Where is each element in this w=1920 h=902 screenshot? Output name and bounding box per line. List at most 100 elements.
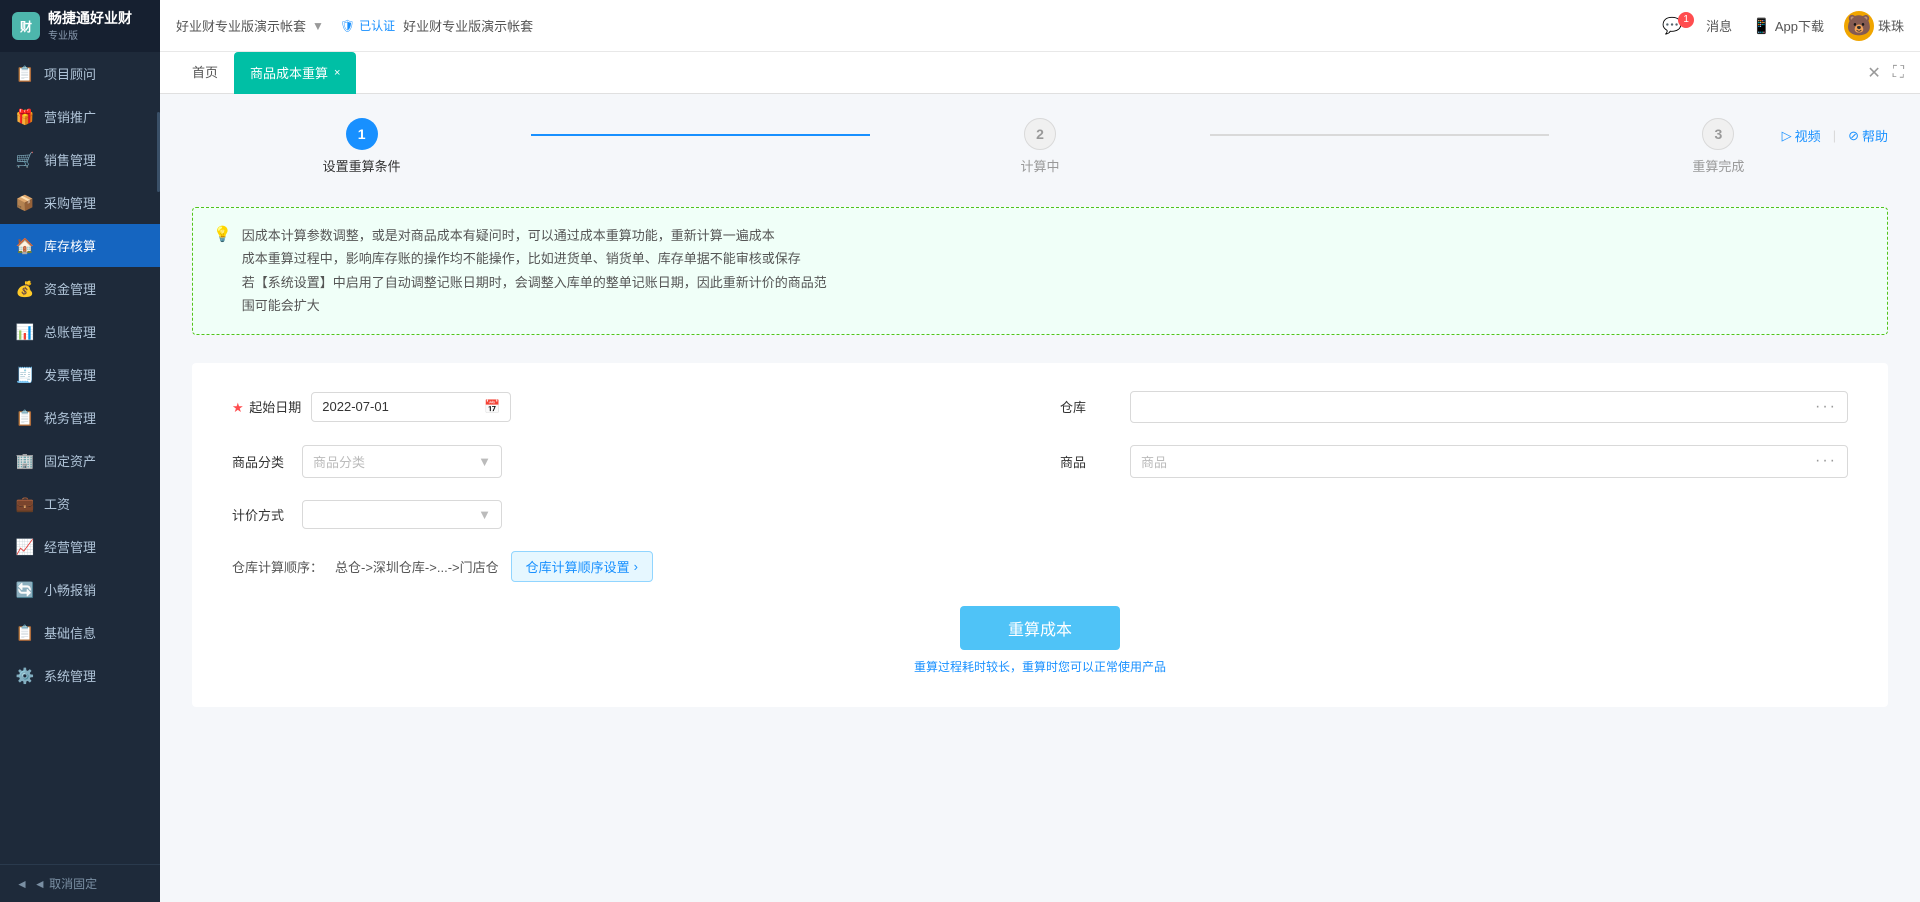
step-line-2 bbox=[1210, 134, 1549, 136]
product-label: 商品 bbox=[1060, 452, 1120, 471]
field-start-date: ★ 起始日期 2022-07-01 📅 bbox=[232, 392, 1020, 422]
sidebar-item-finance[interactable]: 💰 资金管理 bbox=[0, 267, 160, 310]
sidebar-item-ops[interactable]: 📈 经营管理 bbox=[0, 525, 160, 568]
help-icon: ⊘ bbox=[1848, 128, 1859, 144]
pricing-label: 计价方式 bbox=[232, 505, 292, 524]
phone-icon: 📱 bbox=[1752, 17, 1771, 35]
sidebar-item-tax[interactable]: 📋 税务管理 bbox=[0, 396, 160, 439]
warning-icon: 💡 bbox=[213, 225, 232, 318]
warehouse-input[interactable]: ··· bbox=[1130, 391, 1848, 423]
payroll-icon: 💼 bbox=[16, 495, 34, 513]
warehouse-order-value: 总仓->深圳仓库->...->门店仓 bbox=[335, 557, 499, 576]
warehouse-order-label: 仓库计算顺序： bbox=[232, 557, 323, 576]
recalc-cost-button[interactable]: 重算成本 bbox=[960, 606, 1120, 650]
start-date-label: ★ 起始日期 bbox=[232, 397, 301, 416]
notification-badge: 1 bbox=[1678, 12, 1694, 28]
sidebar-item-purchase[interactable]: 📦 采购管理 bbox=[0, 181, 160, 224]
sidebar-item-inventory[interactable]: 🏠 库存核算 bbox=[0, 224, 160, 267]
required-star: ★ bbox=[232, 400, 244, 415]
sales-icon: 🛒 bbox=[16, 151, 34, 169]
shield-icon: 🛡 bbox=[340, 19, 355, 33]
step-1-circle: 1 bbox=[346, 118, 378, 150]
form-row-2: 商品分类 商品分类 ▼ 商品 商品 ··· bbox=[232, 445, 1848, 478]
project-icon: 📋 bbox=[16, 65, 34, 83]
finance-icon: 💰 bbox=[16, 280, 34, 298]
main-area: 好业财专业版演示帐套 ▼ 🛡 已认证 好业财专业版演示帐套 💬 1 消息 📱 A… bbox=[160, 0, 1920, 902]
expand-icon[interactable]: ⛶ bbox=[1893, 64, 1904, 82]
category-chevron-icon: ▼ bbox=[478, 454, 491, 469]
help-link[interactable]: ⊘ 帮助 bbox=[1848, 126, 1888, 145]
assets-icon: 🏢 bbox=[16, 452, 34, 470]
tax-icon: 📋 bbox=[16, 409, 34, 427]
sidebar-item-expense[interactable]: 🔄 小畅报销 bbox=[0, 568, 160, 611]
close-window-icon[interactable]: ✕ bbox=[1867, 63, 1880, 83]
form-row-3: 计价方式 ▼ bbox=[232, 500, 532, 529]
verified-badge: 🛡 已认证 bbox=[340, 17, 395, 34]
sidebar-nav: 📋 项目顾问 🎁 营销推广 🛒 销售管理 📦 采购管理 🏠 库存核算 💰 资金管… bbox=[0, 52, 160, 864]
sidebar: 财 畅捷通好业财 专业版 📋 项目顾问 🎁 营销推广 🛒 销售管理 📦 采购管理… bbox=[0, 0, 160, 902]
inventory-icon: 🏠 bbox=[16, 237, 34, 255]
field-product: 商品 商品 ··· bbox=[1060, 445, 1848, 478]
tab-cost-recalc[interactable]: 商品成本重算 × bbox=[234, 52, 356, 94]
base-icon: 📋 bbox=[16, 624, 34, 642]
tabs-bar: 首页 商品成本重算 × ✕ ⛶ bbox=[160, 52, 1920, 94]
invoice-icon: 🧾 bbox=[16, 366, 34, 384]
app-download-button[interactable]: 📱 App下载 bbox=[1752, 16, 1824, 35]
content-area: 1 设置重算条件 2 计算中 3 重算完成 ▷ 视 bbox=[160, 94, 1920, 902]
play-icon: ▷ bbox=[1782, 128, 1792, 144]
sidebar-item-marketing[interactable]: 🎁 营销推广 bbox=[0, 95, 160, 138]
step-3-circle: 3 bbox=[1702, 118, 1734, 150]
category-label: 商品分类 bbox=[232, 452, 292, 471]
product-dots-icon[interactable]: ··· bbox=[1815, 452, 1837, 470]
steps-actions: ▷ 视频 | ⊘ 帮助 bbox=[1782, 126, 1888, 145]
step-2-circle: 2 bbox=[1024, 118, 1056, 150]
tab-close-icon[interactable]: × bbox=[334, 67, 340, 79]
account-selector[interactable]: 好业财专业版演示帐套 ▼ bbox=[176, 16, 324, 35]
sidebar-item-sales[interactable]: 🛒 销售管理 bbox=[0, 138, 160, 181]
topbar-right: 💬 1 消息 📱 App下载 🐻 珠珠 bbox=[1662, 11, 1904, 41]
unpin-label: ◄ 取消固定 bbox=[34, 875, 97, 892]
start-date-input[interactable]: 2022-07-01 📅 bbox=[311, 392, 511, 422]
sidebar-item-system[interactable]: ⚙️ 系统管理 bbox=[0, 654, 160, 697]
sidebar-footer-unpin[interactable]: ◄ ◄ 取消固定 bbox=[0, 864, 160, 902]
user-profile[interactable]: 🐻 珠珠 bbox=[1844, 11, 1904, 41]
sidebar-header: 财 畅捷通好业财 专业版 bbox=[0, 0, 160, 52]
topbar: 好业财专业版演示帐套 ▼ 🛡 已认证 好业财专业版演示帐套 💬 1 消息 📱 A… bbox=[160, 0, 1920, 52]
avatar: 🐻 bbox=[1844, 11, 1874, 41]
recalc-hint: 重算过程耗时较长，重算时您可以正常使用产品 bbox=[232, 658, 1848, 675]
warehouse-order-row: 仓库计算顺序： 总仓->深圳仓库->...->门店仓 仓库计算顺序设置 › bbox=[232, 551, 1848, 582]
step-1: 1 设置重算条件 bbox=[192, 118, 531, 175]
field-pricing: 计价方式 ▼ bbox=[232, 500, 532, 529]
expense-icon: 🔄 bbox=[16, 581, 34, 599]
step-line-1 bbox=[531, 134, 870, 136]
sidebar-item-project[interactable]: 📋 项目顾问 bbox=[0, 52, 160, 95]
user-name: 珠珠 bbox=[1878, 16, 1904, 35]
chevron-right-icon: › bbox=[634, 559, 638, 574]
step-3-label: 重算完成 bbox=[1692, 156, 1744, 175]
sidebar-item-accounting[interactable]: 📊 总账管理 bbox=[0, 310, 160, 353]
warehouse-dots-icon[interactable]: ··· bbox=[1815, 398, 1837, 416]
verified-text: 已认证 bbox=[359, 17, 395, 34]
video-link[interactable]: ▷ 视频 bbox=[1782, 126, 1821, 145]
field-warehouse: 仓库 ··· bbox=[1060, 391, 1848, 423]
sidebar-item-payroll[interactable]: 💼 工资 bbox=[0, 482, 160, 525]
tab-home[interactable]: 首页 bbox=[176, 52, 234, 94]
sidebar-item-assets[interactable]: 🏢 固定资产 bbox=[0, 439, 160, 482]
sidebar-item-base[interactable]: 📋 基础信息 bbox=[0, 611, 160, 654]
form-section: ★ 起始日期 2022-07-01 📅 仓库 ··· bbox=[192, 363, 1888, 707]
notice-box: 💡 因成本计算参数调整，或是对商品成本有疑问时，可以通过成本重算功能，重新计算一… bbox=[192, 207, 1888, 335]
pricing-select[interactable]: ▼ bbox=[302, 500, 502, 529]
step-1-label: 设置重算条件 bbox=[323, 156, 401, 175]
product-input[interactable]: 商品 ··· bbox=[1130, 445, 1848, 478]
steps-container: 1 设置重算条件 2 计算中 3 重算完成 ▷ 视 bbox=[192, 118, 1888, 175]
warehouse-order-settings-button[interactable]: 仓库计算顺序设置 › bbox=[511, 551, 653, 582]
tab-home-label: 首页 bbox=[192, 62, 218, 81]
sidebar-item-invoice[interactable]: 🧾 发票管理 bbox=[0, 353, 160, 396]
marketing-icon: 🎁 bbox=[16, 108, 34, 126]
logo-icon: 财 bbox=[12, 12, 40, 40]
category-select[interactable]: 商品分类 ▼ bbox=[302, 445, 502, 478]
messages-button[interactable]: 💬 1 消息 bbox=[1662, 16, 1732, 36]
sidebar-title: 畅捷通好业财 bbox=[48, 10, 132, 27]
tabs-right-actions: ✕ ⛶ bbox=[1867, 63, 1904, 83]
accounting-icon: 📊 bbox=[16, 323, 34, 341]
